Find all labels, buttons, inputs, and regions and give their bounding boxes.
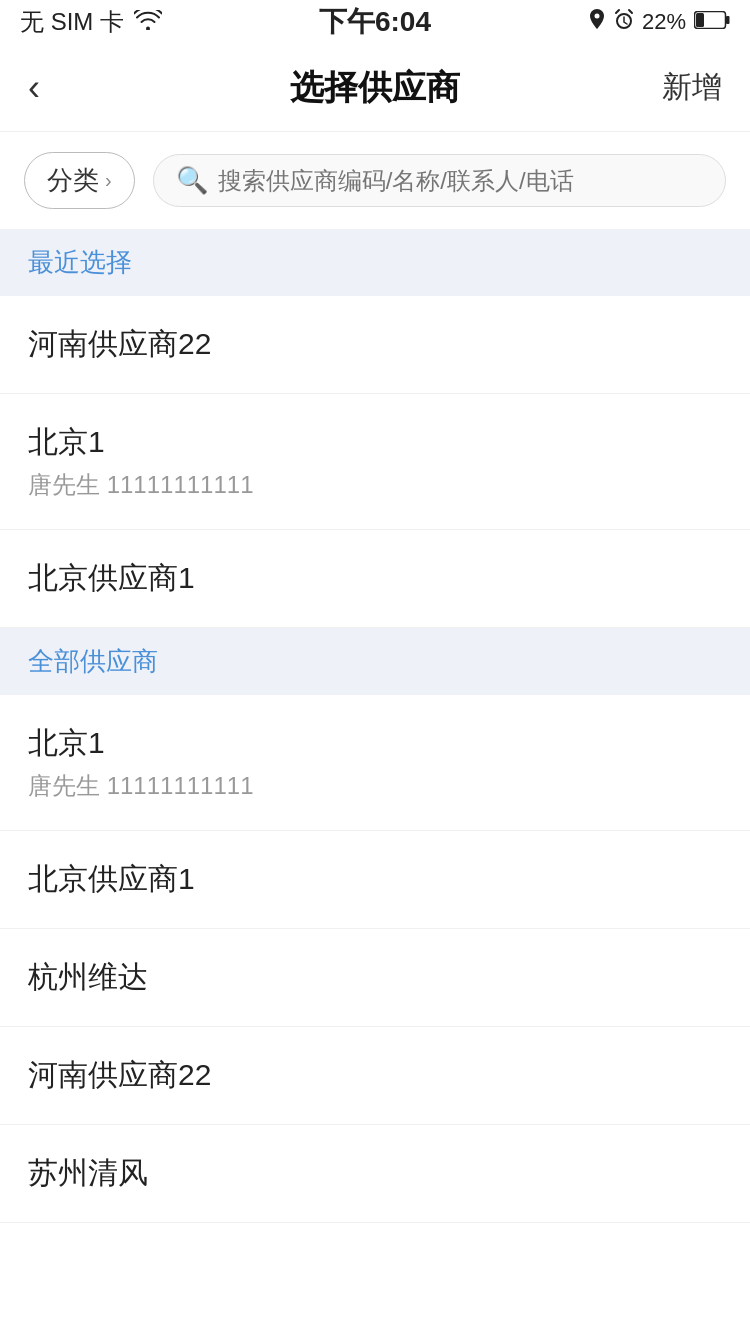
item-name: 苏州清风 xyxy=(28,1153,722,1194)
wifi-icon xyxy=(134,8,162,36)
item-name: 北京1 xyxy=(28,422,722,463)
list-item[interactable]: 河南供应商22 xyxy=(0,1027,750,1125)
item-name: 北京1 xyxy=(28,723,722,764)
list-item[interactable]: 北京供应商1 xyxy=(0,530,750,628)
svg-point-0 xyxy=(594,14,599,19)
item-sub: 唐先生 11111111111 xyxy=(28,469,722,501)
item-name: 河南供应商22 xyxy=(28,324,722,365)
recent-list: 河南供应商22 北京1 唐先生 11111111111 北京供应商1 xyxy=(0,296,750,628)
all-section-header: 全部供应商 xyxy=(0,628,750,695)
recent-section-header: 最近选择 xyxy=(0,229,750,296)
chevron-right-icon: › xyxy=(105,169,112,192)
status-left: 无 SIM 卡 xyxy=(20,6,162,38)
all-section-label: 全部供应商 xyxy=(28,646,158,676)
list-item[interactable]: 河南供应商22 xyxy=(0,296,750,394)
location-icon xyxy=(588,8,606,36)
category-label: 分类 xyxy=(47,163,99,198)
status-time: 下午6:04 xyxy=(319,3,431,41)
battery-icon xyxy=(694,9,730,35)
add-button[interactable]: 新增 xyxy=(662,67,722,108)
list-item[interactable]: 苏州清风 xyxy=(0,1125,750,1223)
item-name: 杭州维达 xyxy=(28,957,722,998)
recent-section-label: 最近选择 xyxy=(28,247,132,277)
alarm-icon xyxy=(614,8,634,36)
item-sub: 唐先生 11111111111 xyxy=(28,770,722,802)
svg-rect-4 xyxy=(726,16,730,24)
search-box[interactable]: 🔍 xyxy=(153,154,726,207)
filter-bar: 分类 › 🔍 xyxy=(0,132,750,229)
carrier-text: 无 SIM 卡 xyxy=(20,6,124,38)
all-list: 北京1 唐先生 11111111111 北京供应商1 杭州维达河南供应商22 苏州清风 xyxy=(0,695,750,1223)
svg-rect-3 xyxy=(696,13,704,27)
status-bar: 无 SIM 卡 下午6:04 22% xyxy=(0,0,750,44)
page-title: 选择供应商 xyxy=(290,65,460,111)
battery-percentage: 22% xyxy=(642,9,686,35)
category-button[interactable]: 分类 › xyxy=(24,152,135,209)
search-input[interactable] xyxy=(218,167,703,195)
search-icon: 🔍 xyxy=(176,165,208,196)
status-right: 22% xyxy=(588,8,730,36)
item-name: 北京供应商1 xyxy=(28,558,722,599)
item-name: 北京供应商1 xyxy=(28,859,722,900)
back-button[interactable]: ‹ xyxy=(28,67,88,109)
list-item[interactable]: 北京1 唐先生 11111111111 xyxy=(0,695,750,831)
nav-bar: ‹ 选择供应商 新增 xyxy=(0,44,750,132)
list-item[interactable]: 北京供应商1 xyxy=(0,831,750,929)
list-item[interactable]: 杭州维达 xyxy=(0,929,750,1027)
item-name: 河南供应商22 xyxy=(28,1055,722,1096)
list-item[interactable]: 北京1 唐先生 11111111111 xyxy=(0,394,750,530)
